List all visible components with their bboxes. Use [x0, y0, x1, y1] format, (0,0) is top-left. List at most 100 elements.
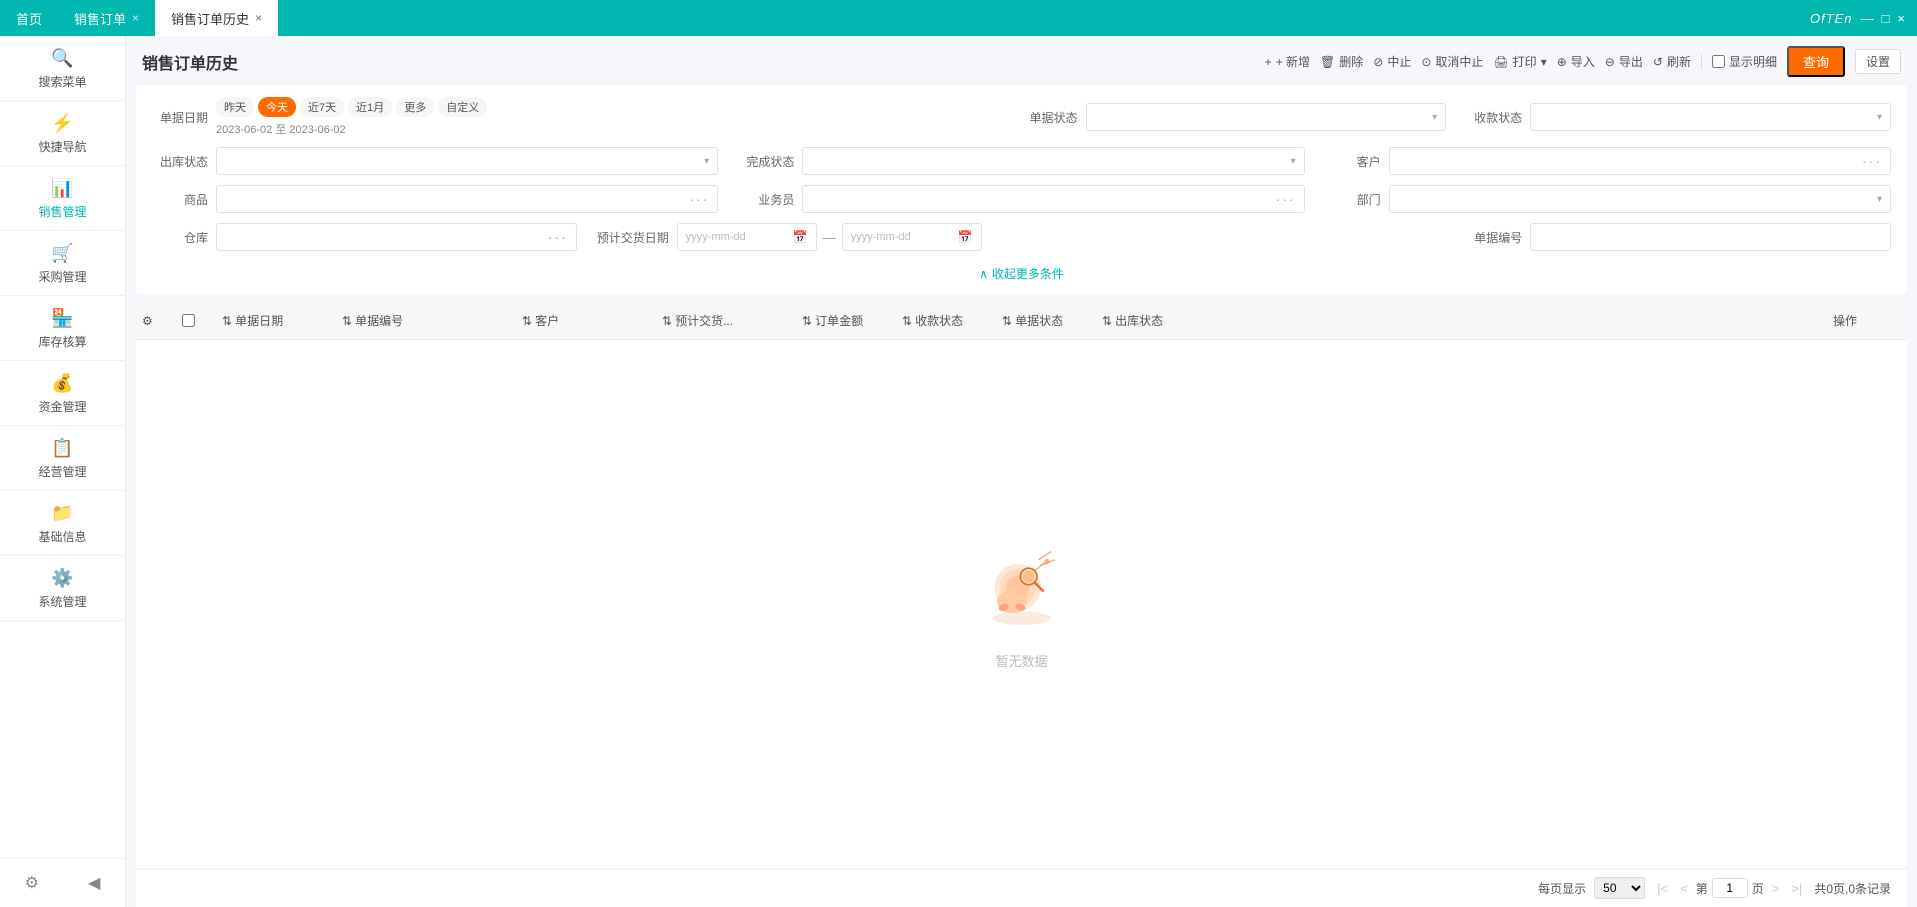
outbound-select[interactable]: ▾ [216, 147, 718, 175]
sidebar-collapse-btn[interactable]: ◀ [80, 869, 108, 897]
sidebar-item-purchase-mgmt[interactable]: 🛒 采购管理 [0, 231, 125, 296]
sidebar-item-label-search: 搜索菜单 [38, 73, 86, 90]
filter-row-3: 商品 ··· 业务员 ··· 部门 [152, 185, 1891, 213]
query-button[interactable]: 查询 [1787, 46, 1845, 77]
empty-illustration [972, 539, 1072, 639]
sidebar-item-label-operations: 经营管理 [38, 463, 86, 480]
dept-select[interactable]: ▾ [1389, 185, 1891, 213]
chevron-up-icon: ∧ [979, 267, 988, 281]
th-order-status[interactable]: ⇅ 单据状态 [996, 304, 1096, 337]
complete-select[interactable]: ▾ [802, 147, 1304, 175]
th-delivery-date[interactable]: ⇅ 预计交货... [656, 304, 796, 337]
minimize-btn[interactable]: — [1861, 11, 1874, 26]
tab-sales-history[interactable]: 销售订单历史 × [155, 0, 278, 36]
pagination: 每页显示 10 20 50 100 |< < 第 页 > >| 共0页,0条记录 [136, 868, 1907, 907]
sidebar-item-operations[interactable]: 📋 经营管理 [0, 426, 125, 491]
filter-goods: 商品 ··· [152, 185, 718, 213]
date-label: 单据日期 [152, 109, 208, 126]
export-button[interactable]: ⊖ 导出 [1605, 53, 1643, 70]
sidebar-item-search-menu[interactable]: 🔍 搜索菜单 [0, 36, 125, 101]
refresh-icon: ↺ [1653, 55, 1663, 69]
display-detail-checkbox[interactable] [1712, 55, 1725, 68]
table-area: ⚙ ⇅ 单据日期 ⇅ 单据编号 ⇅ 客户 ⇅ [136, 302, 1907, 868]
next-page-btn[interactable]: > [1768, 879, 1784, 898]
delete-button[interactable]: 🗑 删除 [1320, 53, 1363, 70]
sidebar-item-basic-info[interactable]: 📁 基础信息 [0, 491, 125, 556]
add-button[interactable]: + + 新增 [1265, 53, 1310, 70]
import-button[interactable]: ⊕ 导入 [1557, 53, 1595, 70]
date-chip-custom[interactable]: 自定义 [438, 97, 487, 117]
collapse-more-conditions[interactable]: ∧ 收起更多条件 [152, 261, 1891, 282]
delivery-date-to-text: yyyy-mm-dd [851, 231, 911, 243]
print-button[interactable]: 🖨 打印 ▾ [1493, 53, 1546, 70]
sidebar-bottom: ⚙ ◀ [0, 858, 125, 907]
date-chip-more[interactable]: 更多 [396, 97, 434, 117]
sys-mgmt-icon: ⚙️ [51, 568, 73, 589]
tab-sales-order-label: 销售订单 [74, 9, 126, 28]
warehouse-select[interactable]: ··· [216, 223, 577, 251]
th-collection-status[interactable]: ⇅ 收款状态 [896, 304, 996, 337]
th-outbound-status[interactable]: ⇅ 出库状态 [1096, 304, 1196, 337]
date-chip-yesterday[interactable]: 昨天 [216, 97, 254, 117]
goods-select[interactable]: ··· [216, 185, 718, 213]
maximize-btn[interactable]: □ [1882, 11, 1890, 26]
sidebar-item-label-purchase: 采购管理 [38, 268, 86, 285]
th-date[interactable]: ⇅ 单据日期 [216, 304, 336, 337]
main-layout: 🔍 搜索菜单 ⚡ 快捷导航 📊 销售管理 🛒 采购管理 🏪 库存核算 💰 资金管… [0, 36, 1917, 907]
filter-row-1: 单据日期 昨天 今天 近7天 近1月 更多 自定义 2023-06-02 至 2… [152, 97, 1891, 137]
tab-sales-history-label: 销售订单历史 [171, 9, 249, 28]
sidebar-item-sales-mgmt[interactable]: 📊 销售管理 [0, 166, 125, 231]
page-number-input[interactable] [1712, 878, 1748, 898]
filter-row-2: 出库状态 ▾ 完成状态 ▾ 客户 [152, 147, 1891, 175]
th-customer[interactable]: ⇅ 客户 [516, 304, 656, 337]
settings-button[interactable]: 设置 [1855, 49, 1901, 74]
close-sales-order-tab[interactable]: × [132, 11, 139, 25]
cancel-stop-button[interactable]: ⊙ 取消中止 [1421, 53, 1483, 70]
salesman-select[interactable]: ··· [802, 185, 1304, 213]
search-menu-icon: 🔍 [51, 48, 73, 69]
filter-warehouse: 仓库 ··· [152, 223, 577, 251]
outbound-arrow: ▾ [704, 156, 709, 167]
export-icon: ⊖ [1605, 55, 1615, 69]
order-no-input[interactable] [1530, 223, 1891, 251]
filter-customer: 客户 ··· [1325, 147, 1891, 175]
page-size-select[interactable]: 10 20 50 100 [1594, 877, 1645, 899]
sort-icon-order-no: ⇅ [342, 314, 352, 328]
sort-icon-outbound: ⇅ [1102, 314, 1112, 328]
sidebar-item-quick-nav[interactable]: ⚡ 快捷导航 [0, 101, 125, 166]
th-order-no[interactable]: ⇅ 单据编号 [336, 304, 516, 337]
customer-select[interactable]: ··· [1389, 147, 1891, 175]
delivery-date-to[interactable]: yyyy-mm-dd 📅 [842, 223, 982, 251]
collection-status-arrow: ▾ [1877, 112, 1882, 123]
close-sales-history-tab[interactable]: × [255, 11, 262, 25]
quick-nav-icon: ⚡ [51, 113, 73, 134]
first-page-btn[interactable]: |< [1653, 879, 1672, 898]
stop-button[interactable]: ⊘ 中止 [1373, 53, 1411, 70]
last-page-btn[interactable]: >| [1787, 879, 1806, 898]
prev-page-btn[interactable]: < [1676, 879, 1692, 898]
add-icon: + [1265, 55, 1272, 69]
sidebar-item-finance[interactable]: 💰 资金管理 [0, 361, 125, 426]
sidebar-item-inventory[interactable]: 🏪 库存核算 [0, 296, 125, 361]
date-chip-7days[interactable]: 近7天 [300, 97, 344, 117]
tab-home[interactable]: 首页 [0, 0, 58, 36]
refresh-button[interactable]: ↺ 刷新 [1653, 53, 1691, 70]
sidebar-item-label-inventory: 库存核算 [38, 333, 86, 350]
date-chip-1month[interactable]: 近1月 [348, 97, 392, 117]
sidebar-settings-btn[interactable]: ⚙ [17, 869, 47, 897]
th-amount[interactable]: ⇅ 订单金额 [796, 304, 896, 337]
date-chip-today[interactable]: 今天 [258, 97, 296, 117]
table-settings-icon[interactable]: ⚙ [142, 314, 153, 328]
tab-sales-order[interactable]: 销售订单 × [58, 0, 155, 36]
close-btn[interactable]: × [1897, 11, 1905, 26]
collection-status-select[interactable]: ▾ [1530, 103, 1891, 131]
select-all-checkbox[interactable] [182, 314, 195, 327]
delivery-date-from-text: yyyy-mm-dd [686, 231, 746, 243]
sidebar-item-sys-mgmt[interactable]: ⚙️ 系统管理 [0, 556, 125, 621]
dept-label: 部门 [1325, 191, 1381, 208]
cancel-stop-icon: ⊙ [1421, 55, 1431, 69]
sort-icon-collection: ⇅ [902, 314, 912, 328]
display-toggle[interactable]: 显示明细 [1712, 53, 1777, 70]
order-status-select[interactable]: ▾ [1086, 103, 1447, 131]
delivery-date-from[interactable]: yyyy-mm-dd 📅 [677, 223, 817, 251]
